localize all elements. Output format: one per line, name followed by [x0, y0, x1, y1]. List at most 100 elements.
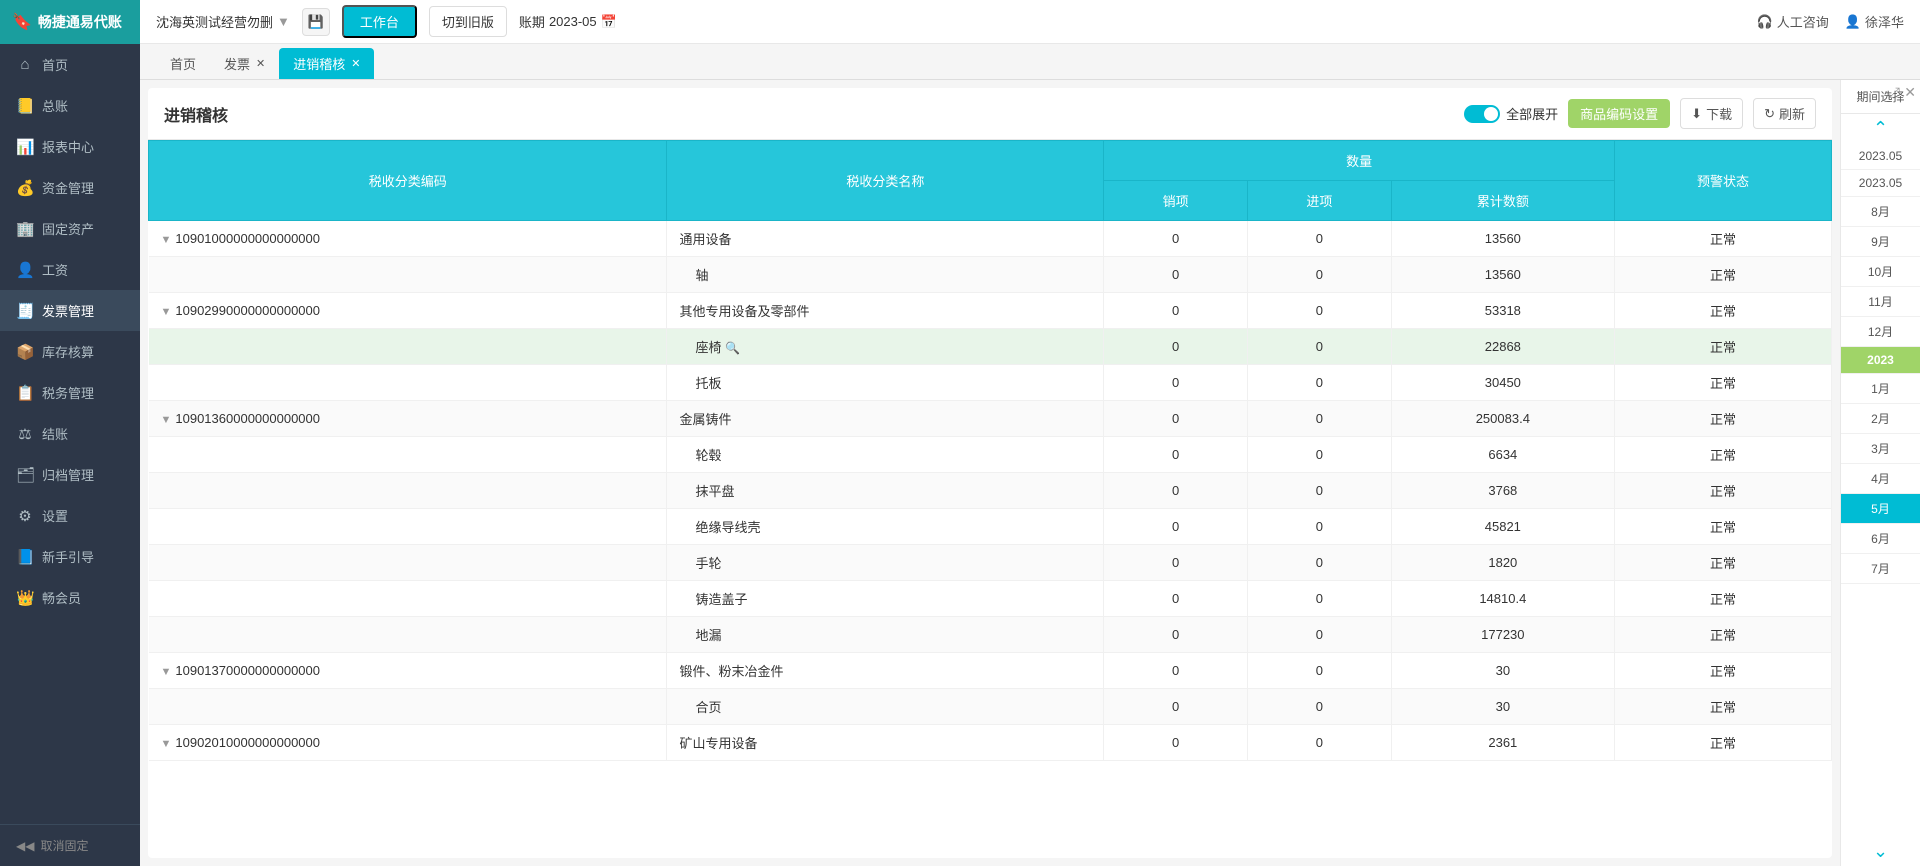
col-purchase: 进项 [1247, 181, 1391, 221]
cell-sale: 0 [1104, 581, 1248, 617]
cell-sale: 0 [1104, 617, 1248, 653]
tab-进销稽核[interactable]: 进销稽核✕ [279, 48, 374, 79]
sidebar-icon: 🗂 [16, 466, 34, 484]
main-table: 税收分类编码 税收分类名称 数量 预警状态 销项 进项 累计数额 ▼109010 [148, 140, 1832, 761]
sidebar-label: 归档管理 [42, 465, 94, 484]
period-month-item[interactable]: 2月 [1841, 404, 1920, 434]
search-icon[interactable]: 🔍 [725, 341, 740, 355]
expand-icon[interactable]: ▼ [161, 306, 172, 318]
table-row: 托板 0 0 30450 正常 [149, 365, 1832, 401]
sidebar-item-总账[interactable]: 📒总账 [0, 85, 140, 126]
cell-sale: 0 [1104, 473, 1248, 509]
scroll-up-button[interactable]: ⌃ [1841, 114, 1920, 143]
sidebar-item-税务管理[interactable]: 📋税务管理 [0, 372, 140, 413]
user-icon: 👤 [1845, 14, 1861, 30]
sidebar-item-新手引导[interactable]: 📘新手引导 [0, 536, 140, 577]
cell-purchase: 0 [1247, 509, 1391, 545]
period-year-label: 2023 [1841, 347, 1920, 374]
cell-name: 绝缘导线壳 [667, 509, 1104, 545]
content-area: 进销稽核 全部展开 商品编码设置 ⬇ 下载 ↻ 刷新 [140, 80, 1920, 866]
expand-icon[interactable]: ▼ [161, 234, 172, 246]
period-month-item[interactable]: 12月 [1841, 317, 1920, 347]
tab-close-icon[interactable]: ✕ [256, 57, 265, 70]
panel-close-button[interactable]: ✕ [1904, 84, 1916, 101]
cell-status: 正常 [1614, 401, 1831, 437]
cell-status: 正常 [1614, 473, 1831, 509]
sidebar-item-结账[interactable]: ⚖结账 [0, 413, 140, 454]
period-month-item[interactable]: 1月 [1841, 374, 1920, 404]
company-selector[interactable]: 沈海英测试经营勿删 ▼ [156, 12, 290, 31]
sidebar-footer[interactable]: ◀◀ 取消固定 [0, 824, 140, 866]
refresh-button[interactable]: ↻ 刷新 [1753, 98, 1816, 129]
cell-total: 22868 [1391, 329, 1614, 365]
period-month-item[interactable]: 7月 [1841, 554, 1920, 584]
calendar-icon[interactable]: 📅 [601, 14, 617, 30]
tab-label: 首页 [170, 54, 196, 73]
user-menu[interactable]: 👤 徐泽华 [1845, 12, 1904, 31]
cell-code [149, 581, 667, 617]
table-row: ▼10902010000000000000 矿山专用设备 0 0 2361 正常 [149, 725, 1832, 761]
workbench-button[interactable]: 工作台 [342, 5, 417, 38]
sidebar-item-工资[interactable]: 👤工资 [0, 249, 140, 290]
sidebar-item-库存核算[interactable]: 📦库存核算 [0, 331, 140, 372]
sidebar-label: 总账 [42, 96, 68, 115]
save-button[interactable]: 💾 [302, 8, 330, 36]
old-version-button[interactable]: 切到旧版 [429, 6, 507, 37]
period-list: 2023.052023.058月9月10月11月12月20231月2月3月4月5… [1841, 143, 1920, 837]
sidebar-icon: 🧾 [16, 302, 34, 320]
cell-purchase: 0 [1247, 725, 1391, 761]
cell-sale: 0 [1104, 509, 1248, 545]
cell-name: 锻件、粉末冶金件 [667, 653, 1104, 689]
cell-purchase: 0 [1247, 401, 1391, 437]
expand-icon[interactable]: ▼ [161, 738, 172, 750]
product-code-button[interactable]: 商品编码设置 [1568, 99, 1670, 128]
tab-close-icon[interactable]: ✕ [351, 57, 360, 70]
cell-total: 53318 [1391, 293, 1614, 329]
cell-total: 250083.4 [1391, 401, 1614, 437]
col-warning: 预警状态 [1614, 141, 1831, 221]
period-month-item[interactable]: 3月 [1841, 434, 1920, 464]
panel-expand-button[interactable]: ⤢ [1889, 84, 1900, 101]
tab-首页[interactable]: 首页 [156, 48, 210, 79]
sidebar-item-资金管理[interactable]: 💰资金管理 [0, 167, 140, 208]
period-month-item[interactable]: 4月 [1841, 464, 1920, 494]
cell-purchase: 0 [1247, 221, 1391, 257]
expand-icon[interactable]: ▼ [161, 414, 172, 426]
expand-icon[interactable]: ▼ [161, 666, 172, 678]
cell-total: 3768 [1391, 473, 1614, 509]
cell-status: 正常 [1614, 617, 1831, 653]
period-item[interactable]: 2023.05 [1841, 143, 1920, 170]
cell-name: 通用设备 [667, 221, 1104, 257]
expand-toggle[interactable] [1464, 105, 1500, 123]
main-area: 沈海英测试经营勿删 ▼ 💾 工作台 切到旧版 账期 2023-05 📅 🎧 人工… [140, 0, 1920, 866]
help-button[interactable]: 🎧 人工咨询 [1757, 12, 1829, 31]
tab-发票[interactable]: 发票✕ [210, 48, 279, 79]
app-name: 畅捷通易代账 [38, 12, 122, 32]
period-month-item[interactable]: 11月 [1841, 287, 1920, 317]
sidebar-item-归档管理[interactable]: 🗂 归档管理 [0, 454, 140, 495]
cell-name: 抹平盘 [667, 473, 1104, 509]
table-wrapper: 税收分类编码 税收分类名称 数量 预警状态 销项 进项 累计数额 ▼109010 [148, 140, 1832, 858]
sidebar-item-畅会员[interactable]: 👑畅会员 [0, 577, 140, 618]
sidebar-item-固定资产[interactable]: 🏢固定资产 [0, 208, 140, 249]
period-month-item[interactable]: 5月 [1841, 494, 1920, 524]
sidebar-item-发票管理[interactable]: 🧾发票管理 [0, 290, 140, 331]
cell-status: 正常 [1614, 329, 1831, 365]
period-item[interactable]: 2023.05 [1841, 170, 1920, 197]
cell-code [149, 257, 667, 293]
cell-sale: 0 [1104, 725, 1248, 761]
topbar: 沈海英测试经营勿删 ▼ 💾 工作台 切到旧版 账期 2023-05 📅 🎧 人工… [140, 0, 1920, 44]
sidebar-label: 首页 [42, 55, 68, 74]
sidebar-item-报表中心[interactable]: 📊报表中心 [0, 126, 140, 167]
scroll-down-button[interactable]: ⌄ [1841, 837, 1920, 866]
download-button[interactable]: ⬇ 下载 [1680, 98, 1743, 129]
sidebar-item-首页[interactable]: ⌂首页 [0, 44, 140, 85]
period-month-item[interactable]: 10月 [1841, 257, 1920, 287]
col-tax-code: 税收分类编码 [149, 141, 667, 221]
user-name: 徐泽华 [1865, 12, 1904, 31]
period-month-item[interactable]: 6月 [1841, 524, 1920, 554]
period-month-item[interactable]: 9月 [1841, 227, 1920, 257]
period-month-item[interactable]: 8月 [1841, 197, 1920, 227]
sidebar-item-设置[interactable]: ⚙设置 [0, 495, 140, 536]
tabbar: 首页发票✕进销稽核✕ [140, 44, 1920, 80]
